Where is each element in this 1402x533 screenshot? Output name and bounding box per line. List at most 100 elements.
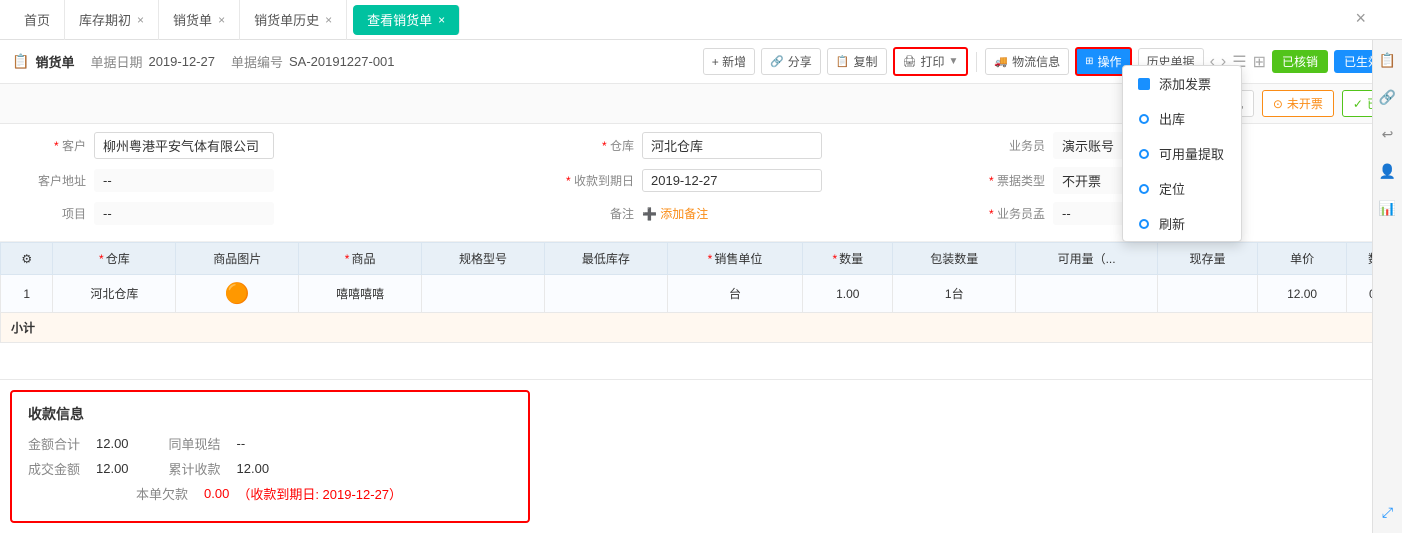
row-no: 1 (1, 275, 53, 313)
col-available: 可用量（... (1016, 243, 1158, 275)
project-value: -- (94, 202, 274, 225)
dropdown-item-locate[interactable]: 定位 (1123, 171, 1241, 206)
new-button[interactable]: + 新增 (703, 48, 755, 75)
dropdown-item-outbound[interactable]: 出库 (1123, 101, 1241, 136)
project-field: 项目 -- (16, 202, 564, 225)
right-sidebar: 📋 🔗 ↩ 👤 📊 ⤢ (1372, 40, 1402, 533)
col-warehouse: 仓库 (53, 243, 176, 275)
row-image: 🟠 (176, 275, 299, 313)
balance-value: 0.00 (204, 486, 229, 501)
tab-sales-order[interactable]: 销货单 × (159, 0, 240, 40)
note-label: 备注 (564, 205, 634, 222)
col-min-stock: 最低库存 (544, 243, 667, 275)
col-qty: 数量 (803, 243, 893, 275)
share-button[interactable]: 🔗 分享 (761, 48, 821, 75)
sidebar-icon-2[interactable]: 🔗 (1375, 85, 1400, 110)
tab-view-sales[interactable]: 查看销货单 × (353, 5, 460, 35)
col-unit: 销售单位 (667, 243, 802, 275)
balance-note: （收款到期日: 2019-12-27） (237, 484, 402, 503)
warehouse-field: 仓库 河北仓库 (564, 132, 975, 159)
window-close-button[interactable]: × (1355, 8, 1366, 29)
tab-home[interactable]: 首页 (10, 0, 65, 40)
col-image: 商品图片 (176, 243, 299, 275)
addr-value: -- (94, 169, 274, 192)
close-tab-view[interactable]: × (438, 13, 445, 27)
col-spec: 规格型号 (422, 243, 545, 275)
settle-item: 同单现结 -- (169, 434, 246, 453)
subtotal-row: 小计 (1, 313, 1402, 343)
print-button[interactable]: 🖨 打印 ▼ (893, 47, 969, 76)
balance-item: 本单欠款 0.00 （收款到期日: 2019-12-27） (136, 484, 402, 503)
project-label: 项目 (16, 205, 86, 222)
deal-label: 成交金额 (28, 459, 88, 478)
available-icon (1137, 147, 1151, 161)
col-product: 商品 (299, 243, 422, 275)
dropdown-item-invoice[interactable]: 添加发票 (1123, 66, 1241, 101)
staff2-label: 业务员孟 (975, 205, 1045, 222)
dropdown-item-available[interactable]: 可用量提取 (1123, 136, 1241, 171)
row-available (1016, 275, 1158, 313)
close-tab-inventory[interactable]: × (137, 13, 144, 27)
total-received-label: 累计收款 (169, 459, 229, 478)
row-spec (422, 275, 545, 313)
sidebar-icon-3[interactable]: ↩ (1378, 122, 1398, 147)
warehouse-value[interactable]: 河北仓库 (642, 132, 822, 159)
tab-inventory-init[interactable]: 库存期初 × (65, 0, 159, 40)
separator (976, 52, 977, 72)
uninvoiced-button[interactable]: ⊙ 未开票 (1262, 90, 1334, 117)
due-date-field: 收款到期日 2019-12-27 (564, 169, 975, 192)
badge-verified: 已核销 (1272, 50, 1328, 73)
close-tab-history[interactable]: × (325, 13, 332, 27)
tab-sales-history[interactable]: 销货单历史 × (240, 0, 347, 40)
sidebar-icon-5[interactable]: 📊 (1375, 196, 1400, 221)
dropdown-item-refresh[interactable]: 刷新 (1123, 206, 1241, 241)
doc-meta: 单据日期 2019-12-27 单据编号 SA-20191227-001 (90, 52, 702, 71)
toolbar: + 新增 🔗 分享 📋 复制 🖨 打印 ▼ 🚚 物 (703, 47, 1390, 76)
payment-row-3: 本单欠款 0.00 （收款到期日: 2019-12-27） (28, 484, 512, 503)
sidebar-icon-1[interactable]: 📋 (1375, 48, 1400, 73)
product-table-wrapper: ⚙ 仓库 商品图片 商品 规格型号 最低库存 销售单位 数量 包装数量 可用量（… (0, 242, 1402, 379)
logistics-button[interactable]: 🚚 物流信息 (985, 48, 1069, 75)
doc-no-label: 单据编号 (231, 52, 283, 71)
amount-value: 12.00 (96, 436, 129, 451)
outbound-icon (1137, 112, 1151, 126)
sidebar-icon-expand[interactable]: ⤢ (1378, 500, 1397, 525)
customer-value[interactable]: 柳州粤港平安气体有限公司 (94, 132, 274, 159)
sidebar-icon-4[interactable]: 👤 (1375, 159, 1400, 184)
payment-row-2: 成交金额 12.00 累计收款 12.00 (28, 459, 512, 478)
invoice-icon (1137, 77, 1151, 91)
doc-icon: 📋 (12, 53, 29, 70)
doc-date-label: 单据日期 (90, 52, 142, 71)
due-date-value[interactable]: 2019-12-27 (642, 169, 822, 192)
total-received-value: 12.00 (237, 461, 270, 476)
col-current-stock: 现存量 (1157, 243, 1257, 275)
col-gear: ⚙ (1, 243, 53, 275)
addr-label: 客户地址 (16, 172, 86, 189)
view-grid[interactable]: ⊞ (1253, 52, 1266, 72)
customer-label: 客户 (16, 137, 86, 154)
col-price: 单价 (1258, 243, 1347, 275)
refresh-icon (1137, 217, 1151, 231)
amount-label: 金额合计 (28, 434, 88, 453)
note-field: 备注 ➕ 添加备注 (564, 205, 975, 222)
warehouse-label: 仓库 (564, 137, 634, 154)
doc-title: 销货单 (35, 52, 74, 71)
doc-date-field: 单据日期 2019-12-27 (90, 52, 215, 71)
deal-item: 成交金额 12.00 (28, 459, 129, 478)
doc-date-value: 2019-12-27 (148, 54, 215, 69)
close-tab-sales[interactable]: × (218, 13, 225, 27)
deal-value: 12.00 (96, 461, 129, 476)
add-note-button[interactable]: ➕ 添加备注 (642, 205, 708, 222)
row-current-stock (1157, 275, 1257, 313)
row-product: 嘻嘻嘻嘻 (299, 275, 422, 313)
row-qty: 1.00 (803, 275, 893, 313)
table-header-row: ⚙ 仓库 商品图片 商品 规格型号 最低库存 销售单位 数量 包装数量 可用量（… (1, 243, 1402, 275)
subtotal-label: 小计 (1, 313, 1402, 343)
settle-label: 同单现结 (169, 434, 229, 453)
locate-icon (1137, 182, 1151, 196)
row-warehouse: 河北仓库 (53, 275, 176, 313)
doc-no-field: 单据编号 SA-20191227-001 (231, 52, 395, 71)
bottom-section: 收款信息 金额合计 12.00 同单现结 -- 成交金额 12.00 (0, 379, 1402, 533)
addr-field: 客户地址 -- (16, 169, 564, 192)
copy-button[interactable]: 📋 复制 (827, 48, 887, 75)
